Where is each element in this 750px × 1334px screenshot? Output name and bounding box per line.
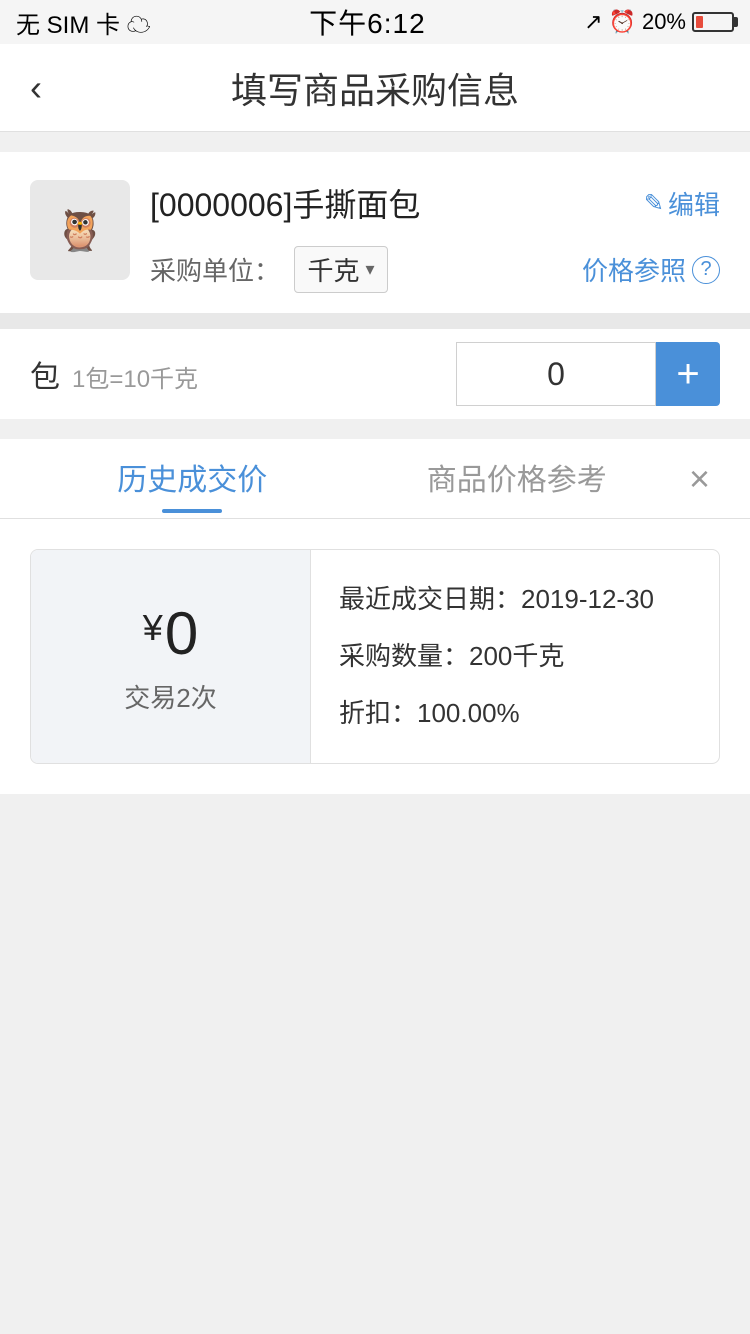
unit-dropdown[interactable]: 千克 ▾ [294, 246, 387, 293]
product-unit-row: 采购单位： 千克 ▾ 价格参照 ? [150, 246, 720, 293]
tab-product-price-ref[interactable]: 商品价格参考 [354, 455, 678, 503]
history-detail-date: 最近成交日期：2019-12-30 [339, 580, 691, 619]
history-card: ¥ 0 交易2次 最近成交日期：2019-12-30 采购数量：200千克 折扣… [30, 549, 720, 764]
battery-text: 20% [642, 9, 686, 35]
help-icon: ? [692, 256, 720, 284]
discount-value: 100.00% [417, 698, 520, 728]
status-right: ↗ ⏰ 20% [584, 9, 734, 35]
alarm-icon: ⏰ [609, 9, 636, 35]
unit-value: 千克 [307, 251, 359, 288]
product-header: [0000006]手撕面包 ✎ 编辑 [150, 180, 720, 226]
status-left: 无 SIM 卡 ☁ [16, 5, 151, 40]
product-info: [0000006]手撕面包 ✎ 编辑 采购单位： 千克 ▾ 价格参照 ? [150, 180, 720, 293]
quantity-conversion: 1包=10千克 [72, 359, 198, 394]
battery-icon [692, 12, 734, 32]
edit-button[interactable]: ✎ 编辑 [644, 185, 720, 222]
tabs-section: 历史成交价 商品价格参考 × ¥ 0 交易2次 最近成交日期：2019- [0, 439, 750, 794]
product-thumbnail: 🦉 [55, 207, 105, 254]
status-time: 下午6:12 [309, 2, 426, 42]
product-id: [0000006] [150, 187, 292, 223]
product-name: [0000006]手撕面包 [150, 180, 420, 226]
tabs-header: 历史成交价 商品价格参考 × [0, 439, 750, 519]
location-icon: ↗ [584, 9, 602, 35]
tab-history-price[interactable]: 历史成交价 [30, 455, 354, 503]
unit-label: 采购单位： [150, 256, 280, 286]
tab-close-button[interactable]: × [679, 458, 720, 500]
quantity-input[interactable] [456, 342, 656, 406]
quantity-control: + [456, 342, 720, 406]
section-divider [0, 313, 750, 329]
date-label: 最近成交日期： [339, 584, 521, 614]
nav-bar: ‹ 填写商品采购信息 [0, 44, 750, 132]
history-detail-quantity: 采购数量：200千克 [339, 637, 691, 676]
tab-history-label: 历史成交价 [117, 464, 267, 497]
quantity-plus-button[interactable]: + [656, 342, 720, 406]
history-trades: 交易2次 [124, 678, 216, 715]
quantity-left: 包 1包=10千克 [30, 352, 198, 396]
edit-label: 编辑 [668, 185, 720, 222]
history-content: ¥ 0 交易2次 最近成交日期：2019-12-30 采购数量：200千克 折扣… [0, 519, 750, 794]
price-ref-label: 价格参照 [582, 251, 686, 288]
quantity-unit: 包 [30, 352, 60, 396]
quantity-detail-value: 200千克 [469, 641, 564, 671]
dropdown-arrow-icon: ▾ [365, 259, 374, 280]
history-price: ¥ 0 [143, 599, 198, 668]
price-value: 0 [165, 599, 198, 668]
quantity-row: 包 1包=10千克 + [0, 329, 750, 419]
page-title: 填写商品采购信息 [231, 62, 519, 114]
history-detail-discount: 折扣：100.00% [339, 694, 691, 733]
history-card-left: ¥ 0 交易2次 [31, 550, 311, 763]
status-bar: 无 SIM 卡 ☁ 下午6:12 ↗ ⏰ 20% [0, 0, 750, 44]
discount-label: 折扣： [339, 698, 417, 728]
edit-icon: ✎ [644, 189, 664, 218]
main-content: 历史成交价 商品价格参考 × ¥ 0 交易2次 最近成交日期：2019- [0, 439, 750, 1139]
product-image: 🦉 [30, 180, 130, 280]
date-value: 2019-12-30 [521, 584, 654, 614]
tab-price-ref-label: 商品价格参考 [427, 464, 607, 497]
product-title: 手撕面包 [292, 187, 420, 223]
signal-text: 无 SIM 卡 ☁ [16, 5, 151, 40]
price-reference-button[interactable]: 价格参照 ? [582, 251, 720, 288]
quantity-detail-label: 采购数量： [339, 641, 469, 671]
history-card-right: 最近成交日期：2019-12-30 采购数量：200千克 折扣：100.00% [311, 550, 719, 763]
currency-symbol: ¥ [143, 607, 163, 649]
back-button[interactable]: ‹ [30, 67, 42, 109]
unit-left: 采购单位： 千克 ▾ [150, 246, 388, 293]
product-section: 🦉 [0000006]手撕面包 ✎ 编辑 采购单位： 千克 ▾ 价格参照 ? [0, 152, 750, 313]
